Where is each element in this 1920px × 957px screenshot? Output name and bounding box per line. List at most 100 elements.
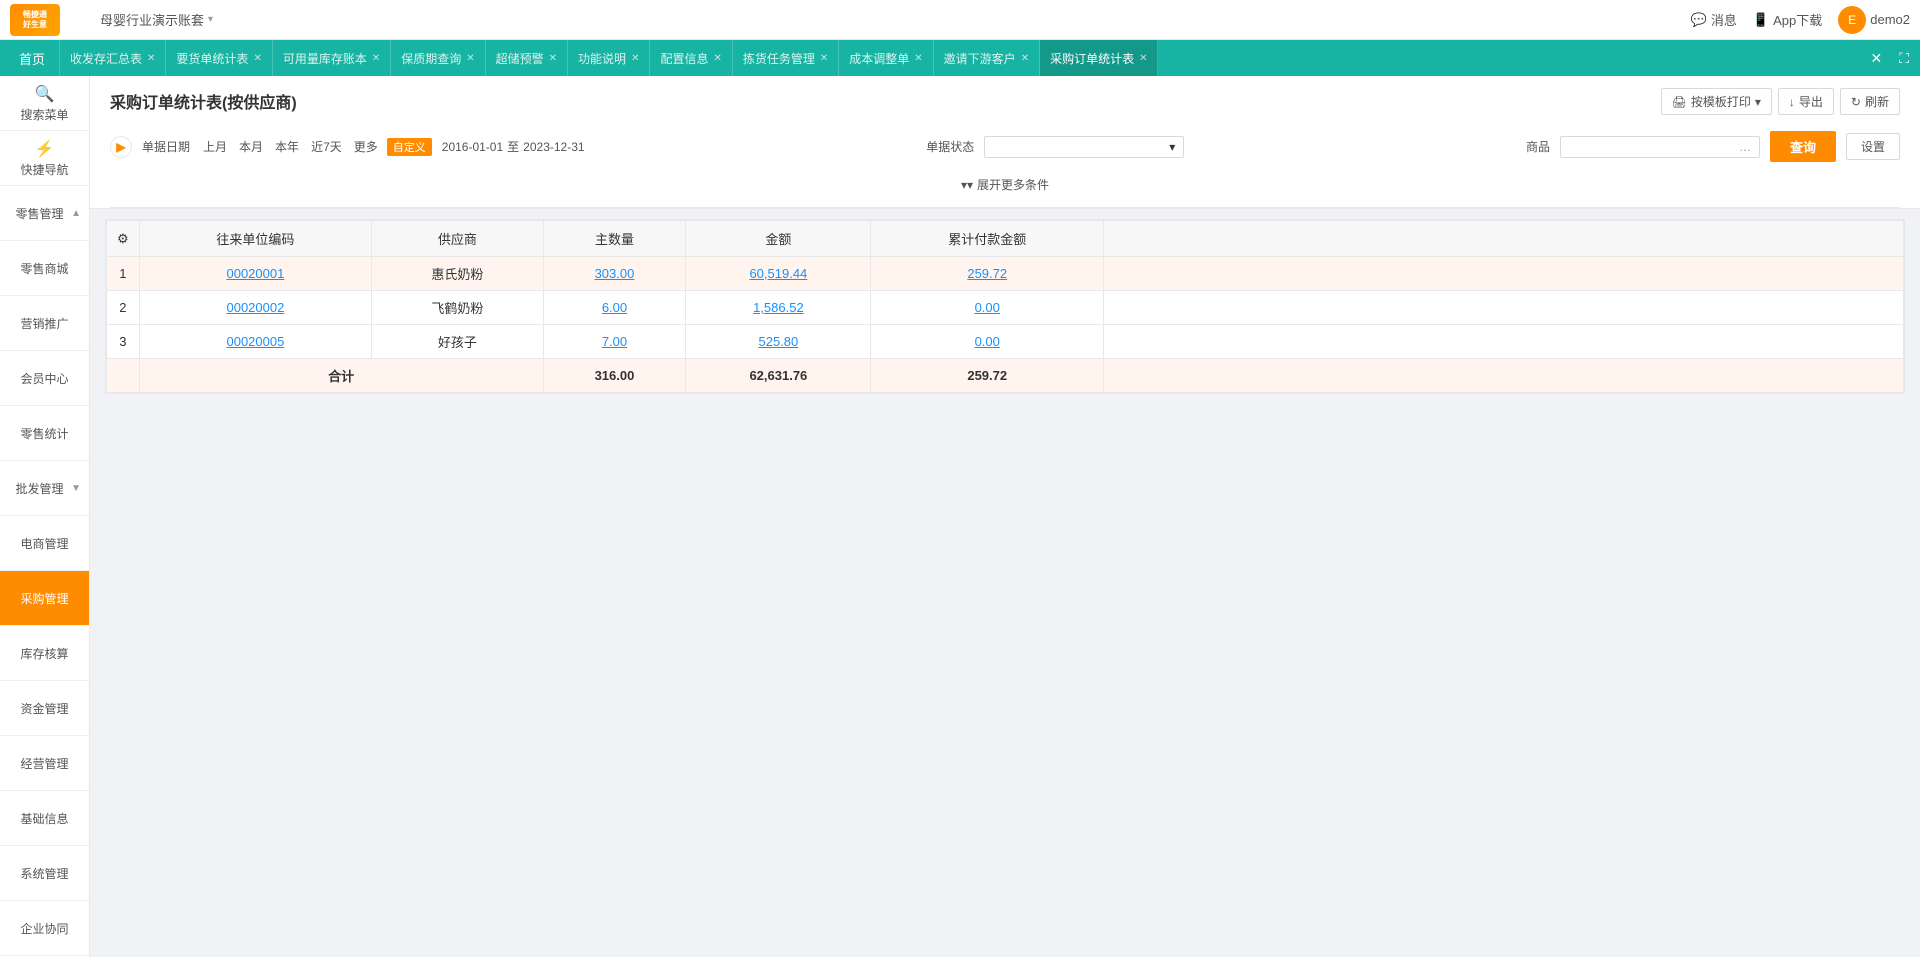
logo-area: 畅捷通好生意	[10, 4, 100, 36]
row-qty[interactable]: 7.00	[543, 325, 686, 359]
tab-cost-adjust[interactable]: 成本调整单 ✕	[839, 40, 933, 76]
filter-toggle-button[interactable]: ▶	[110, 136, 132, 158]
tab-purchase-summary[interactable]: 采购订单统计表 ✕	[1040, 40, 1158, 76]
sidebar-item-basic-info-label: 基础信息	[20, 810, 68, 827]
workspace-selector[interactable]: 母婴行业演示账套 ▾	[100, 10, 1691, 29]
tab-expiry-query-label: 保质期查询	[401, 50, 461, 67]
row-paid[interactable]: 0.00	[871, 325, 1104, 359]
expand-more-button[interactable]: ▾▾ 展开更多条件	[110, 170, 1900, 199]
tab-close-icon[interactable]: ✕	[549, 53, 557, 64]
footer-label-cell: 合计	[139, 359, 543, 393]
tab-maximize-button[interactable]: ⛶	[1893, 48, 1915, 69]
export-button[interactable]: ↓ 导出	[1778, 88, 1834, 115]
row-supplier: 惠氏奶粉	[372, 257, 543, 291]
shortcut-this-year[interactable]: 本年	[272, 137, 302, 156]
row-qty[interactable]: 303.00	[543, 257, 686, 291]
sidebar-item-quick-nav[interactable]: ⚡ 快捷导航	[0, 131, 89, 186]
query-button[interactable]: 查询	[1770, 131, 1836, 162]
tab-invite-label: 邀请下游客户	[944, 50, 1016, 67]
sidebar-item-retail-label: 零售管理	[8, 205, 71, 222]
sidebar-item-operation[interactable]: 经营管理	[0, 736, 89, 791]
tab-available-stock[interactable]: 可用量库存账本 ✕	[273, 40, 391, 76]
sidebar-item-cooperation-label: 企业协同	[20, 920, 68, 937]
tab-function-desc[interactable]: 功能说明 ✕	[568, 40, 650, 76]
workspace-label: 母婴行业演示账套	[100, 10, 204, 29]
tab-overstock-warning[interactable]: 超储预警 ✕	[486, 40, 568, 76]
sidebar-item-retail-mall[interactable]: 零售商城	[0, 241, 89, 296]
col-settings-header[interactable]: ⚙	[107, 221, 140, 257]
print-label: 按模板打印	[1691, 93, 1751, 110]
user-menu[interactable]: E demo2	[1838, 6, 1910, 34]
tab-invite-customer[interactable]: 邀请下游客户 ✕	[934, 40, 1040, 76]
tab-home[interactable]: 首页	[5, 40, 60, 76]
sidebar-item-capital-label: 资金管理	[20, 700, 68, 717]
tab-collect-pay[interactable]: 收发存汇总表 ✕	[60, 40, 166, 76]
sidebar-item-ecommerce[interactable]: 电商管理	[0, 516, 89, 571]
row-paid[interactable]: 0.00	[871, 291, 1104, 325]
sidebar-item-purchase[interactable]: 采购管理	[0, 571, 89, 626]
wholesale-arrow-icon: ▼	[71, 483, 81, 494]
custom-date-badge[interactable]: 自定义	[387, 138, 432, 156]
export-label: 导出	[1799, 93, 1823, 110]
row-code[interactable]: 00020002	[139, 291, 372, 325]
username-label: demo2	[1870, 12, 1910, 27]
sidebar-item-wholesale[interactable]: 批发管理 ▼	[0, 461, 89, 516]
status-filter-select[interactable]: ▾	[984, 136, 1184, 158]
row-code[interactable]: 00020005	[139, 325, 372, 359]
sidebar-item-search[interactable]: 🔍 搜索菜单	[0, 76, 89, 131]
goods-filter-input[interactable]: …	[1560, 136, 1760, 158]
sidebar-item-member[interactable]: 会员中心	[0, 351, 89, 406]
sidebar-item-cooperation[interactable]: 企业协同	[0, 901, 89, 956]
sidebar-item-capital[interactable]: 资金管理	[0, 681, 89, 736]
sidebar-item-retail-stats[interactable]: 零售统计	[0, 406, 89, 461]
row-paid[interactable]: 259.72	[871, 257, 1104, 291]
shortcut-last-month[interactable]: 上月	[200, 137, 230, 156]
refresh-button[interactable]: ↻ 刷新	[1840, 88, 1900, 115]
sidebar-item-retail-stats-label: 零售统计	[20, 425, 68, 442]
row-code[interactable]: 00020001	[139, 257, 372, 291]
tab-picking-task[interactable]: 拣货任务管理 ✕	[733, 40, 839, 76]
tab-expiry-query[interactable]: 保质期查询 ✕	[391, 40, 485, 76]
tab-close-icon[interactable]: ✕	[147, 53, 155, 64]
sidebar-item-system[interactable]: 系统管理	[0, 846, 89, 901]
settings-button[interactable]: 设置	[1846, 133, 1900, 160]
col-qty-header: 主数量	[543, 221, 686, 257]
tab-close-icon[interactable]: ✕	[466, 53, 474, 64]
tab-close-icon[interactable]: ✕	[820, 53, 828, 64]
col-amount-header: 金额	[686, 221, 871, 257]
shortcut-more[interactable]: 更多	[351, 137, 381, 156]
message-icon: 💬	[1691, 12, 1707, 28]
app-download-button[interactable]: 📱 App下载	[1753, 10, 1822, 29]
row-empty	[1104, 291, 1904, 325]
sidebar-item-member-label: 会员中心	[20, 370, 68, 387]
row-qty[interactable]: 6.00	[543, 291, 686, 325]
tab-close-icon[interactable]: ✕	[914, 53, 922, 64]
tab-goods-summary[interactable]: 要货单统计表 ✕	[166, 40, 272, 76]
tab-config-info[interactable]: 配置信息 ✕	[650, 40, 732, 76]
tab-close-all-button[interactable]: ✕	[1864, 48, 1888, 69]
tab-close-icon[interactable]: ✕	[372, 53, 380, 64]
workspace-dropdown-icon: ▾	[208, 14, 213, 25]
goods-ellipsis: …	[1739, 140, 1751, 154]
message-button[interactable]: 💬 消息	[1691, 10, 1737, 29]
tab-close-icon[interactable]: ✕	[713, 53, 721, 64]
sidebar-item-retail[interactable]: 零售管理 ▲	[0, 186, 89, 241]
sidebar-item-basic-info[interactable]: 基础信息	[0, 791, 89, 846]
row-amount[interactable]: 525.80	[686, 325, 871, 359]
tab-close-icon[interactable]: ✕	[1139, 53, 1147, 64]
query-label: 查询	[1790, 140, 1816, 155]
retail-arrow-icon: ▲	[71, 208, 81, 219]
shortcut-this-month[interactable]: 本月	[236, 137, 266, 156]
sidebar-item-marketing[interactable]: 营销推广	[0, 296, 89, 351]
row-amount[interactable]: 1,586.52	[686, 291, 871, 325]
row-index: 1	[107, 257, 140, 291]
tab-close-icon[interactable]: ✕	[1021, 53, 1029, 64]
shortcut-last-7-days[interactable]: 近7天	[308, 137, 345, 156]
tab-close-icon[interactable]: ✕	[253, 53, 261, 64]
tab-close-icon[interactable]: ✕	[631, 53, 639, 64]
row-empty	[1104, 325, 1904, 359]
print-button[interactable]: 🖨 按模板打印 ▾	[1661, 88, 1772, 115]
expand-more-label: 展开更多条件	[977, 176, 1049, 193]
row-amount[interactable]: 60,519.44	[686, 257, 871, 291]
sidebar-item-inventory[interactable]: 库存核算	[0, 626, 89, 681]
